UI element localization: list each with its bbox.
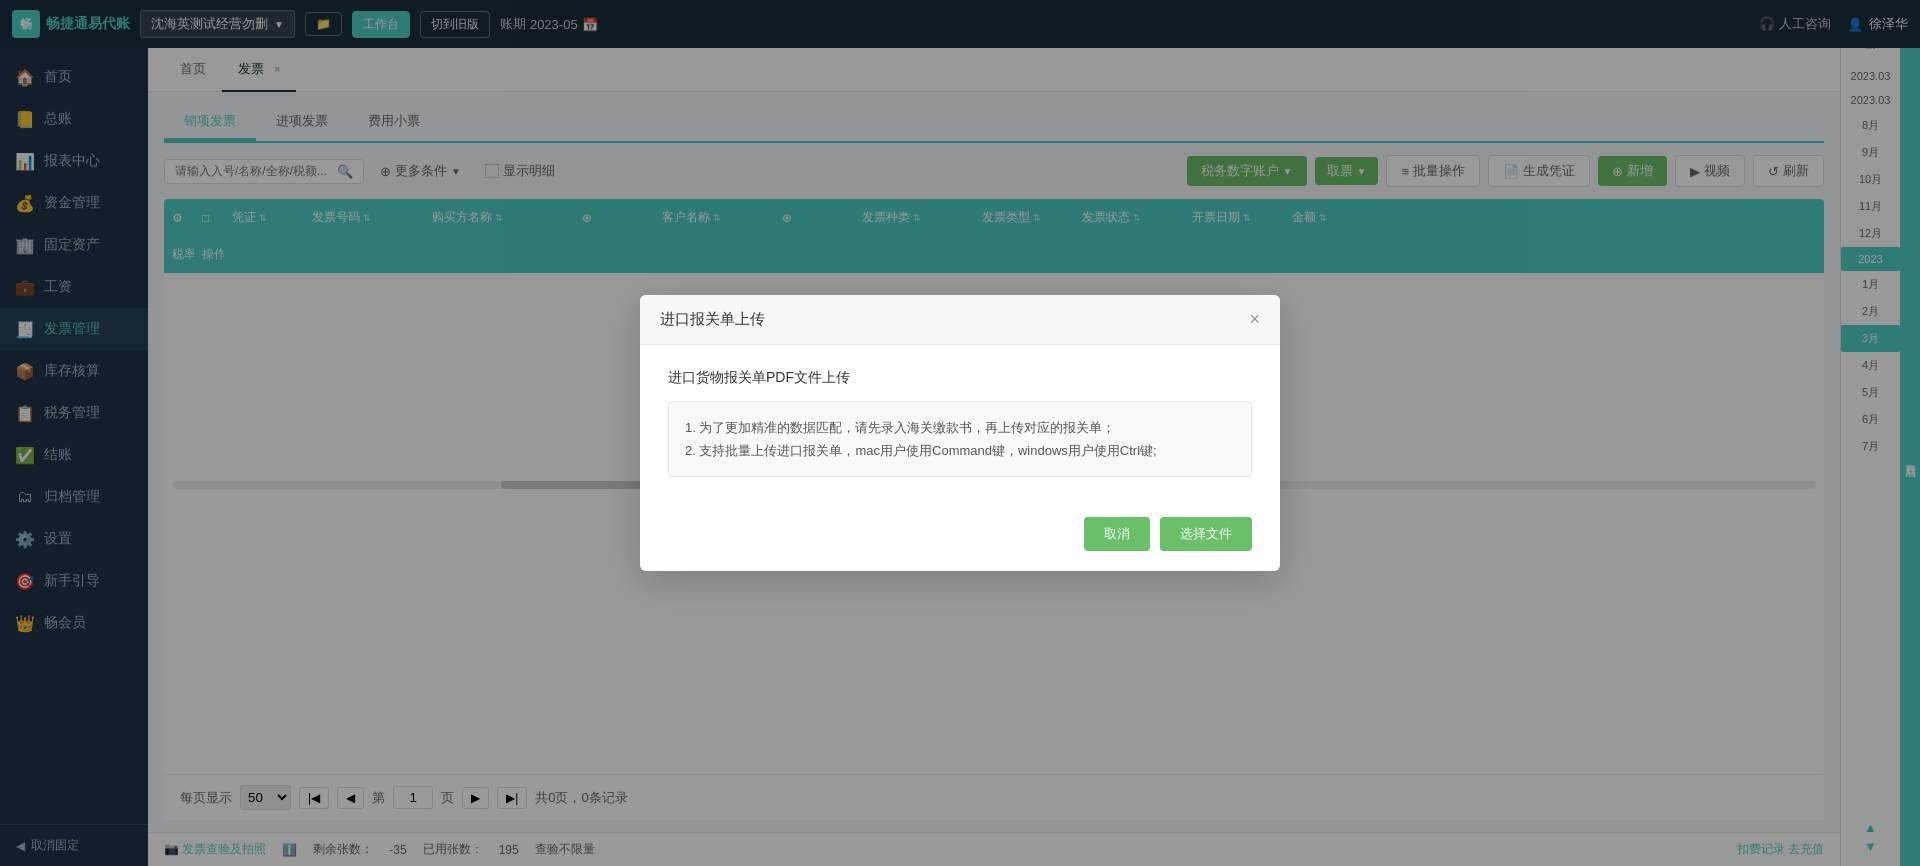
modal-footer: 取消 选择文件 — [640, 501, 1280, 571]
modal-body: 进口货物报关单PDF文件上传 1. 为了更加精准的数据匹配，请先录入海关缴款书，… — [640, 345, 1280, 502]
modal-header: 进口报关单上传 × — [640, 295, 1280, 345]
modal-close-button[interactable]: × — [1249, 309, 1260, 330]
modal-info-box: 1. 为了更加精准的数据匹配，请先录入海关缴款书，再上传对应的报关单； 2. 支… — [668, 401, 1252, 478]
modal-section-title: 进口货物报关单PDF文件上传 — [668, 369, 1252, 387]
modal-info-2: 2. 支持批量上传进口报关单，mac用户使用Command键，windows用户… — [685, 439, 1235, 462]
import-modal: 进口报关单上传 × 进口货物报关单PDF文件上传 1. 为了更加精准的数据匹配，… — [640, 295, 1280, 572]
modal-info-1: 1. 为了更加精准的数据匹配，请先录入海关缴款书，再上传对应的报关单； — [685, 416, 1235, 439]
modal-title: 进口报关单上传 — [660, 310, 765, 329]
modal-overlay: 进口报关单上传 × 进口货物报关单PDF文件上传 1. 为了更加精准的数据匹配，… — [0, 0, 1920, 866]
modal-select-file-button[interactable]: 选择文件 — [1160, 517, 1252, 551]
modal-cancel-button[interactable]: 取消 — [1084, 517, 1150, 551]
